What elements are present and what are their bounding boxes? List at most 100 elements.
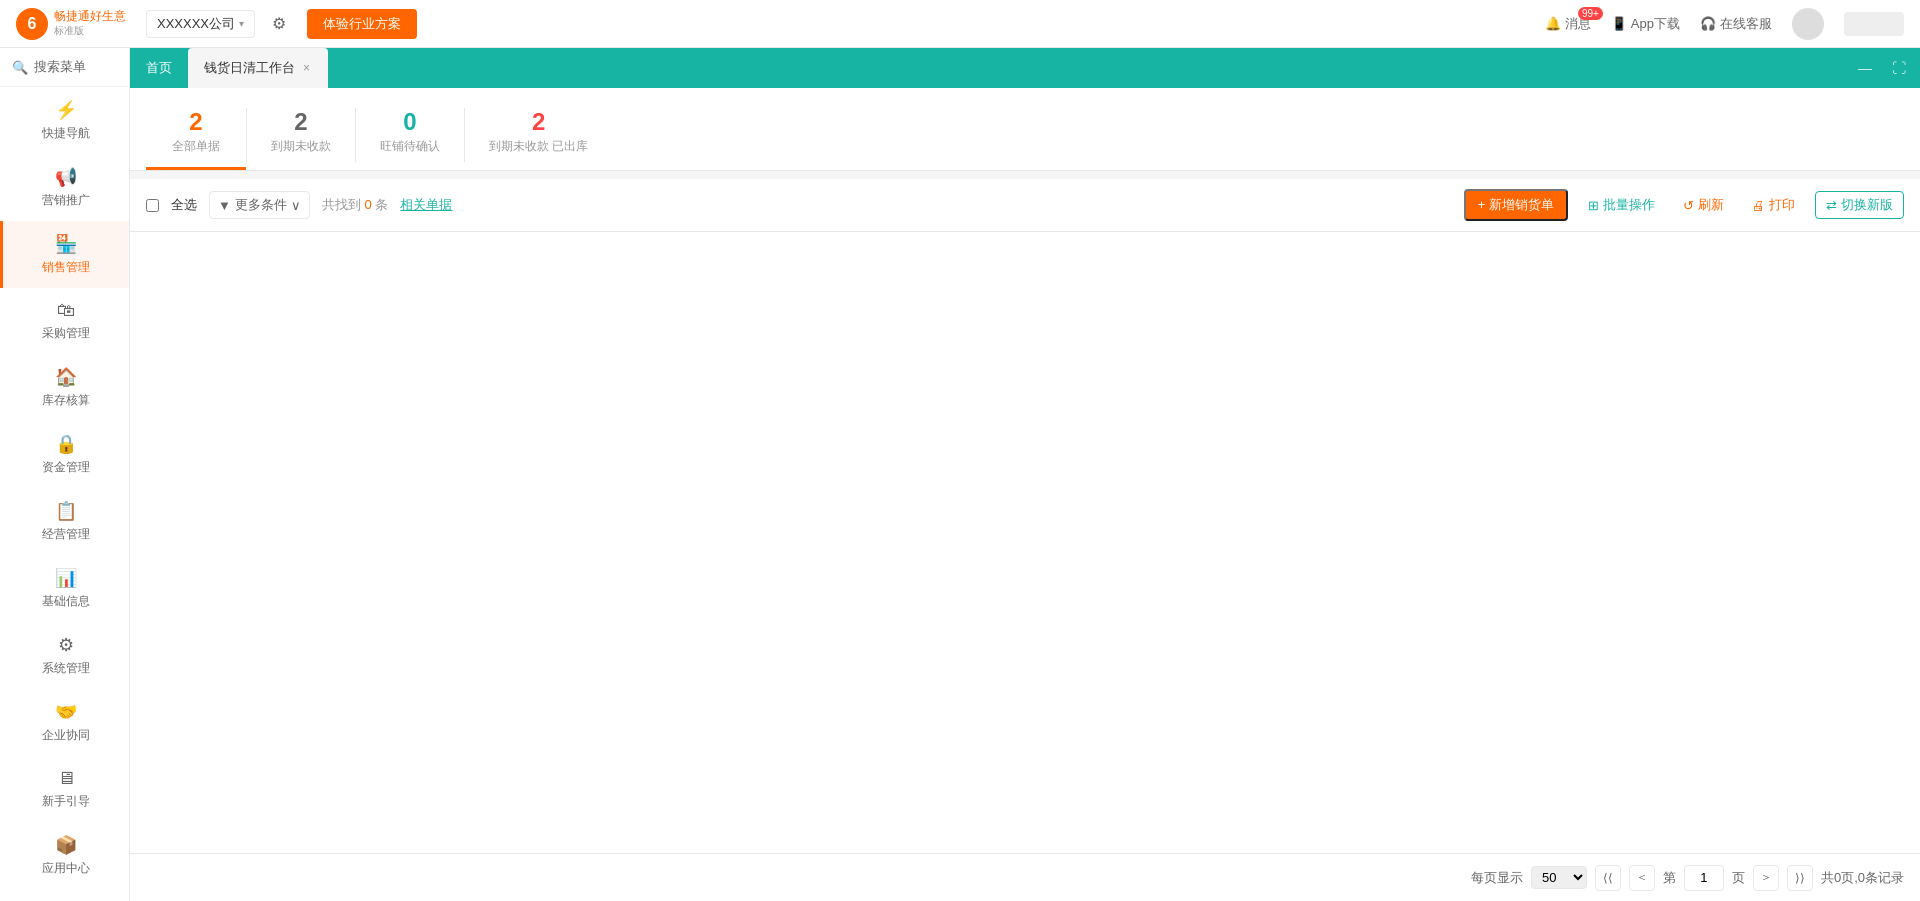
page-next-btn[interactable]: ＞	[1753, 865, 1779, 891]
stat-tab-all[interactable]: 2 全部单据	[146, 100, 246, 170]
pagination-bar: 每页显示 50 10 20 100 ⟨⟨ ＜ 第 页 ＞ ⟩⟩ 共0页,0条记录	[130, 853, 1920, 901]
shop-icon: 🏪	[55, 233, 77, 255]
app-download-btn[interactable]: 📱 App下载	[1611, 15, 1680, 33]
page-last-btn[interactable]: ⟩⟩	[1787, 865, 1813, 891]
megaphone-icon: 📢	[55, 166, 77, 188]
stat-label-overdue: 到期未收款	[271, 138, 331, 155]
box-icon: 📦	[55, 834, 77, 856]
batch-ops-btn[interactable]: ⊞ 批量操作	[1580, 192, 1663, 218]
toolbar-right: + 新增销货单 ⊞ 批量操作 ↺ 刷新 🖨 打印 ⇄	[1464, 189, 1904, 221]
sidebar-item-operation[interactable]: 📋 经营管理	[0, 488, 129, 555]
messages-badge: 99+	[1578, 7, 1603, 20]
logo-icon: 6	[16, 8, 48, 40]
stat-tab-overdue[interactable]: 2 到期未收款	[247, 100, 355, 170]
sidebar-label-quick-nav: 快捷导航	[42, 125, 90, 142]
related-order-link[interactable]: 相关单据	[400, 196, 452, 214]
online-service-label: 在线客服	[1720, 15, 1772, 33]
handshake-icon: 🤝	[55, 701, 77, 723]
tab-expand-icon[interactable]: ⛶	[1886, 56, 1912, 80]
monitor-icon: 🖥	[57, 768, 75, 789]
tab-close-icon[interactable]: ×	[301, 59, 312, 77]
tab-bar: 首页 钱货日清工作台 × — ⛶	[130, 48, 1920, 88]
bag-icon: 🛍	[57, 300, 75, 321]
sidebar-item-basic-info[interactable]: 📊 基础信息	[0, 555, 129, 622]
search-menu-btn[interactable]: 🔍 搜索菜单	[0, 48, 129, 87]
avatar[interactable]	[1792, 8, 1824, 40]
top-header: 6 畅捷通好生意 标准版 XXXXXX公司 ▾ ⚙ 体验行业方案 🔔 消息 99…	[0, 0, 1920, 48]
stat-tab-shipped[interactable]: 2 到期未收款 已出库	[465, 100, 612, 170]
print-btn[interactable]: 🖨 打印	[1744, 192, 1803, 218]
sidebar-item-sales[interactable]: 🏪 销售管理	[0, 221, 129, 288]
switch-version-btn[interactable]: ⇄ 切换新版	[1815, 191, 1904, 219]
table-area	[130, 232, 1920, 853]
logo-text: 畅捷通好生意	[54, 9, 126, 25]
main-layout: 🔍 搜索菜单 ⚡ 快捷导航 📢 营销推广 🏪 销售管理 🛍 采购管理 🏠 库存核…	[0, 48, 1920, 901]
sidebar-item-weixin[interactable]: 💬 企业微信	[0, 889, 129, 901]
stat-label-all: 全部单据	[172, 138, 220, 155]
page-content: 2 全部单据 2 到期未收款 0 旺铺待确认 2 到期未收款 已出库	[130, 88, 1920, 901]
tab-active[interactable]: 钱货日清工作台 ×	[188, 48, 328, 88]
system-icon: ⚙	[58, 634, 74, 656]
sidebar-item-cooperation[interactable]: 🤝 企业协同	[0, 689, 129, 756]
per-page-select[interactable]: 50 10 20 100	[1531, 866, 1587, 889]
page-first-btn[interactable]: ⟨⟨	[1595, 865, 1621, 891]
page-prev-btn[interactable]: ＜	[1629, 865, 1655, 891]
found-count: 0	[365, 197, 372, 212]
settings-icon[interactable]: ⚙	[263, 8, 295, 40]
per-page-label: 每页显示	[1471, 869, 1523, 887]
sidebar-label-basic-info: 基础信息	[42, 593, 90, 610]
sidebar-item-finance[interactable]: 🔒 资金管理	[0, 421, 129, 488]
header-right: 🔔 消息 99+ 📱 App下载 🎧 在线客服	[1545, 8, 1904, 40]
print-label: 打印	[1769, 196, 1795, 214]
filter-icon: ▼	[218, 198, 231, 213]
online-service-btn[interactable]: 🎧 在线客服	[1700, 15, 1772, 33]
sidebar-item-guide[interactable]: 🖥 新手引导	[0, 756, 129, 822]
stat-label-shipped: 到期未收款 已出库	[489, 138, 588, 155]
messages-btn[interactable]: 🔔 消息 99+	[1545, 15, 1591, 33]
sidebar-item-app-center[interactable]: 📦 应用中心	[0, 822, 129, 889]
sidebar-item-quick-nav[interactable]: ⚡ 快捷导航	[0, 87, 129, 154]
company-selector[interactable]: XXXXXX公司 ▾	[146, 10, 255, 38]
total-label: 共0页,0条记录	[1821, 869, 1904, 887]
sidebar: 🔍 搜索菜单 ⚡ 快捷导航 📢 营销推广 🏪 销售管理 🛍 采购管理 🏠 库存核…	[0, 48, 130, 901]
tab-home[interactable]: 首页	[130, 48, 188, 88]
logo-area: 6 畅捷通好生意 标准版	[16, 8, 146, 40]
stat-tab-pending[interactable]: 0 旺铺待确认	[356, 100, 464, 170]
chevron-down-icon: ▾	[239, 18, 244, 29]
batch-icon: ⊞	[1588, 198, 1599, 213]
add-order-btn[interactable]: + 新增销货单	[1464, 189, 1568, 221]
batch-label: 批量操作	[1603, 196, 1655, 214]
page-num-input[interactable]	[1684, 865, 1724, 891]
tab-active-label: 钱货日清工作台	[204, 59, 295, 77]
company-name: XXXXXX公司	[157, 15, 235, 33]
stat-num-pending: 0	[403, 108, 416, 136]
sidebar-label-finance: 资金管理	[42, 459, 90, 476]
search-menu-label: 搜索菜单	[34, 58, 86, 76]
search-icon: 🔍	[12, 60, 28, 75]
sidebar-label-marketing: 营销推广	[42, 192, 90, 209]
toolbar: 全选 ▼ 更多条件 ∨ 共找到 0 条 相关单据 + 新增销货单 ⊞ 批量操作	[130, 179, 1920, 232]
sidebar-item-system[interactable]: ⚙ 系统管理	[0, 622, 129, 689]
tab-minimize-icon[interactable]: —	[1852, 56, 1878, 80]
sidebar-item-marketing[interactable]: 📢 营销推广	[0, 154, 129, 221]
sidebar-label-app-center: 应用中心	[42, 860, 90, 877]
sidebar-item-purchase[interactable]: 🛍 采购管理	[0, 288, 129, 354]
tab-bar-actions: — ⛶	[1852, 56, 1920, 80]
filter-btn[interactable]: ▼ 更多条件 ∨	[209, 191, 310, 219]
stat-label-pending: 旺铺待确认	[380, 138, 440, 155]
found-unit: 条	[375, 197, 388, 212]
flash-icon: ⚡	[55, 99, 77, 121]
industry-btn[interactable]: 体验行业方案	[307, 9, 417, 39]
sidebar-item-inventory[interactable]: 🏠 库存核算	[0, 354, 129, 421]
sidebar-label-sales: 销售管理	[42, 259, 90, 276]
found-prefix: 共找到	[322, 197, 361, 212]
sidebar-label-inventory: 库存核算	[42, 392, 90, 409]
lock-icon: 🔒	[55, 433, 77, 455]
refresh-label: 刷新	[1698, 196, 1724, 214]
switch-label: 切换新版	[1841, 196, 1893, 214]
select-all-checkbox[interactable]	[146, 199, 159, 212]
download-icon: 📱	[1611, 16, 1627, 31]
refresh-btn[interactable]: ↺ 刷新	[1675, 192, 1732, 218]
filter-label: 更多条件	[235, 196, 287, 214]
user-name-area[interactable]	[1844, 12, 1904, 36]
